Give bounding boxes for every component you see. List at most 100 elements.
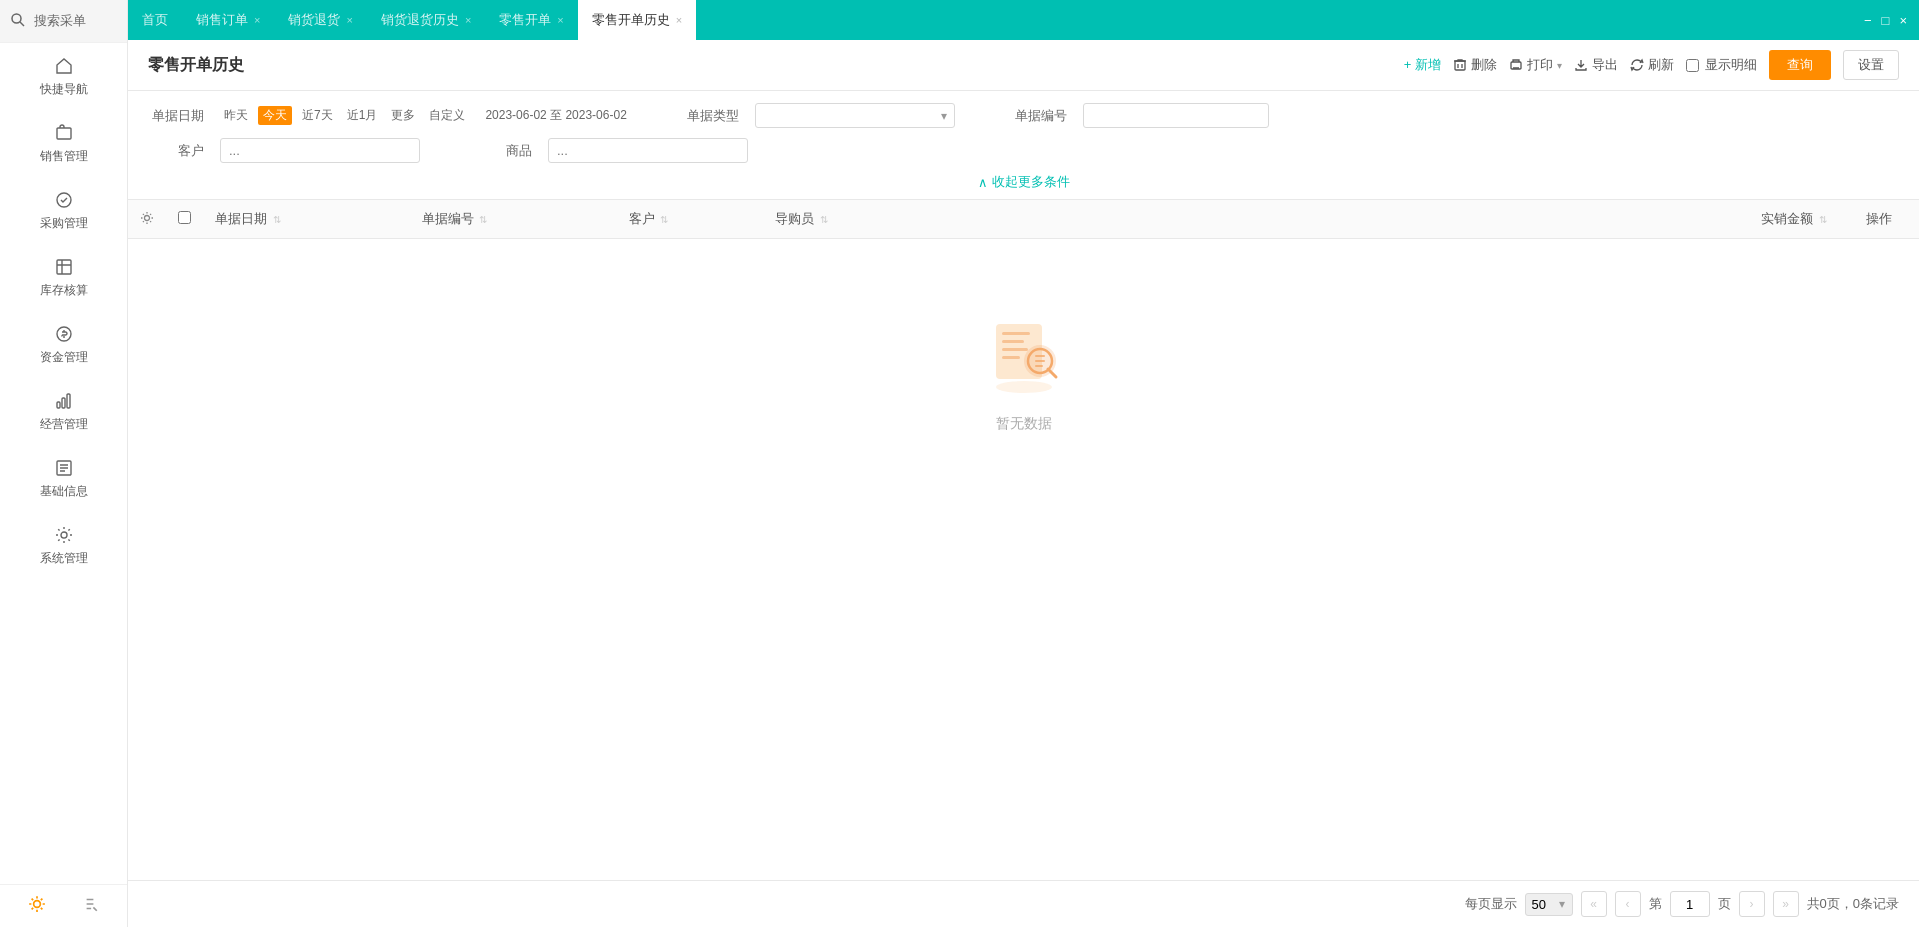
window-min-btn[interactable]: − <box>1864 13 1872 28</box>
date-btn-more[interactable]: 更多 <box>387 106 419 125</box>
doc-type-label: 单据类型 <box>683 107 739 125</box>
prev-page-btn[interactable]: ‹ <box>1615 891 1641 917</box>
close-tab-active-icon[interactable]: × <box>676 14 682 26</box>
col-doc-date[interactable]: 单据日期 ⇅ <box>203 200 410 239</box>
window-max-btn[interactable]: □ <box>1882 13 1890 28</box>
top-nav: 首页 销售订单 × 销货退货 × 销货退货历史 × 零售开单 × 零售开单历史 … <box>128 0 1919 40</box>
sidebar-item-ops-mgmt[interactable]: 经营管理 <box>0 378 127 445</box>
close-tab-icon[interactable]: × <box>254 14 260 26</box>
page-unit: 页 <box>1718 895 1731 913</box>
svg-point-15 <box>996 381 1052 393</box>
sort-icon: ⇅ <box>660 214 668 225</box>
sidebar-item-quick-nav[interactable]: 快捷导航 <box>0 43 127 110</box>
tab-sales-order[interactable]: 销售订单 × <box>182 0 274 40</box>
date-btn-1month[interactable]: 近1月 <box>343 106 382 125</box>
sidebar-item-label: 资金管理 <box>40 349 88 366</box>
page-title: 零售开单历史 <box>148 55 244 76</box>
svg-point-10 <box>61 532 67 538</box>
table-area: 单据日期 ⇅ 单据编号 ⇅ 客户 ⇅ <box>128 200 1919 927</box>
collapse-button[interactable]: ∧ 收起更多条件 <box>148 173 1899 191</box>
tab-sales-return-history[interactable]: 销货退货历史 × <box>367 0 485 40</box>
col-settings[interactable] <box>128 200 166 239</box>
sidebar-item-sys-mgmt[interactable]: 系统管理 <box>0 512 127 579</box>
date-btn-7days[interactable]: 近7天 <box>298 106 337 125</box>
sidebar-item-label: 销售管理 <box>40 148 88 165</box>
svg-point-14 <box>145 215 150 220</box>
refresh-button[interactable]: 刷新 <box>1630 56 1674 74</box>
pagination: 每页显示 10 20 50 100 « ‹ 第 1 页 › » 共0页，0条记录 <box>128 880 1919 927</box>
delete-icon <box>1453 58 1467 72</box>
sidebar-search[interactable]: 搜索采单 <box>0 0 127 43</box>
svg-point-11 <box>33 901 40 908</box>
gear-icon[interactable] <box>28 895 46 917</box>
page-number-input[interactable]: 1 <box>1670 891 1710 917</box>
svg-rect-19 <box>1002 348 1028 351</box>
tab-retail-history[interactable]: 零售开单历史 × <box>578 0 696 40</box>
svg-rect-12 <box>1455 61 1465 70</box>
date-btn-yesterday[interactable]: 昨天 <box>220 106 252 125</box>
delete-button[interactable]: 删除 <box>1453 56 1497 74</box>
svg-point-0 <box>12 14 21 23</box>
doc-type-select-wrap <box>755 103 955 128</box>
sidebar-item-purchase-mgmt[interactable]: 采购管理 <box>0 177 127 244</box>
select-all-checkbox[interactable] <box>178 211 191 224</box>
empty-state: 暂无数据 <box>128 239 1919 493</box>
empty-illustration <box>974 299 1074 399</box>
svg-rect-20 <box>1002 356 1020 359</box>
col-settings-icon <box>140 211 154 225</box>
sys-icon <box>53 524 75 546</box>
col-spacer <box>940 200 1632 239</box>
table-wrapper: 单据日期 ⇅ 单据编号 ⇅ 客户 ⇅ <box>128 200 1919 880</box>
close-tab-icon[interactable]: × <box>465 14 471 26</box>
query-button[interactable]: 查询 <box>1769 50 1831 80</box>
date-btn-custom[interactable]: 自定义 <box>425 106 469 125</box>
date-btn-today[interactable]: 今天 <box>258 106 292 125</box>
per-page-select[interactable]: 10 20 50 100 <box>1525 893 1573 916</box>
tab-retail-open[interactable]: 零售开单 × <box>485 0 577 40</box>
sidebar: 搜索采单 快捷导航 销售管理 采购管理 <box>0 0 128 927</box>
tab-sales-return[interactable]: 销货退货 × <box>274 0 366 40</box>
refresh-icon <box>1630 58 1644 72</box>
col-doc-no[interactable]: 单据编号 ⇅ <box>410 200 617 239</box>
svg-rect-18 <box>1002 340 1024 343</box>
window-close-btn[interactable]: × <box>1899 13 1907 28</box>
filter-row-1: 单据日期 昨天 今天 近7天 近1月 更多 自定义 2023-06-02 至 2… <box>148 103 1899 128</box>
settings-button[interactable]: 设置 <box>1843 50 1899 80</box>
print-dropdown-icon[interactable]: ▾ <box>1557 60 1562 71</box>
sidebar-item-inventory[interactable]: 库存核算 <box>0 244 127 311</box>
col-checkbox[interactable] <box>166 200 203 239</box>
sidebar-item-finance[interactable]: 资金管理 <box>0 311 127 378</box>
first-page-btn[interactable]: « <box>1581 891 1607 917</box>
sidebar-item-sales-mgmt[interactable]: 销售管理 <box>0 110 127 177</box>
collapse-icon[interactable] <box>81 895 99 917</box>
purchase-icon <box>53 189 75 211</box>
customer-input[interactable] <box>220 138 420 163</box>
svg-rect-6 <box>57 402 60 408</box>
tab-home[interactable]: 首页 <box>128 0 182 40</box>
data-table: 单据日期 ⇅ 单据编号 ⇅ 客户 ⇅ <box>128 200 1919 239</box>
col-customer[interactable]: 客户 ⇅ <box>617 200 764 239</box>
doc-type-select[interactable] <box>755 103 955 128</box>
col-guide[interactable]: 导购员 ⇅ <box>763 200 940 239</box>
col-amount[interactable]: 实销金额 ⇅ <box>1632 200 1839 239</box>
inventory-icon <box>53 256 75 278</box>
export-button[interactable]: 导出 <box>1574 56 1618 74</box>
print-button[interactable]: 打印 ▾ <box>1509 56 1562 74</box>
close-tab-icon[interactable]: × <box>346 14 352 26</box>
add-button[interactable]: + 新增 <box>1404 56 1441 74</box>
sidebar-item-basic-info[interactable]: 基础信息 <box>0 445 127 512</box>
display-cols-checkbox[interactable] <box>1686 59 1699 72</box>
sort-icon: ⇅ <box>820 214 828 225</box>
product-input[interactable] <box>548 138 748 163</box>
last-page-btn[interactable]: » <box>1773 891 1799 917</box>
window-controls: − □ × <box>1864 13 1919 28</box>
collapse-arrow-icon: ∧ <box>978 175 988 190</box>
doc-no-input[interactable] <box>1083 103 1269 128</box>
display-cols-button[interactable]: 显示明细 <box>1686 56 1757 74</box>
main-area: 首页 销售订单 × 销货退货 × 销货退货历史 × 零售开单 × 零售开单历史 … <box>128 0 1919 927</box>
svg-rect-8 <box>67 394 70 408</box>
doc-no-label: 单据编号 <box>1011 107 1067 125</box>
next-page-btn[interactable]: › <box>1739 891 1765 917</box>
close-tab-icon[interactable]: × <box>557 14 563 26</box>
sort-icon: ⇅ <box>273 214 281 225</box>
